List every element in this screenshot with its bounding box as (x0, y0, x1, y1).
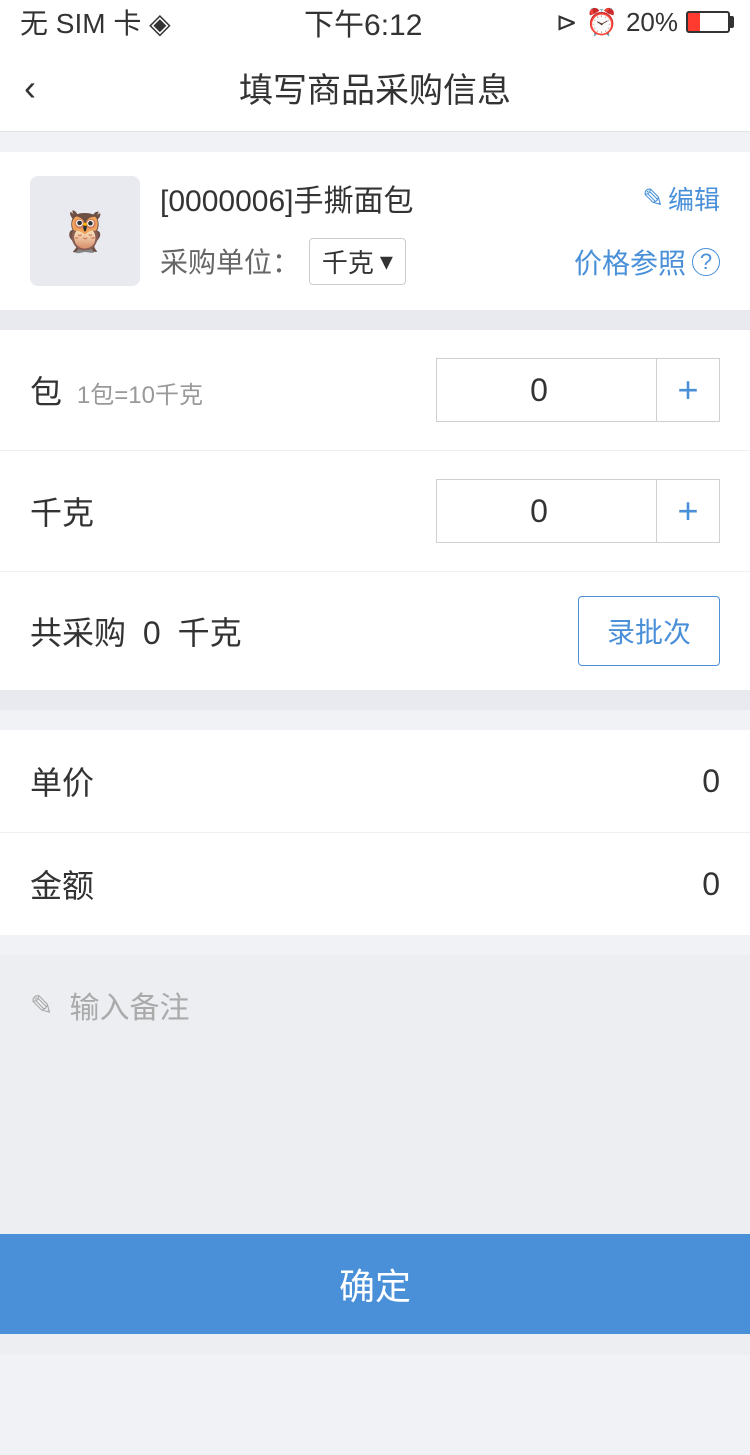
product-card: 🦉 [0000006]手撕面包 ✎ 编辑 采购单位： 千克 ▾ (0, 152, 750, 310)
edit-button[interactable]: ✎ 编辑 (642, 180, 720, 217)
pencil-icon: ✎ (30, 989, 53, 1022)
edit-label: 编辑 (668, 180, 720, 217)
sim-label: 无 SIM 卡 ◈ (20, 2, 171, 42)
product-name-row: [0000006]手撕面包 ✎ 编辑 (160, 176, 720, 220)
product-image: 🦉 (30, 176, 140, 286)
notes-placeholder: 输入备注 (69, 983, 189, 1027)
total-label-group: 共采购 0 千克 (30, 608, 242, 654)
input-section: 包 1包=10千克 + 千克 + (0, 330, 750, 572)
total-prefix: 共采购 (30, 615, 126, 651)
confirm-button[interactable]: 确定 (0, 1234, 750, 1334)
bag-input-right: + (436, 358, 720, 422)
product-logo: 🦉 (60, 208, 110, 255)
bag-plus-button[interactable]: + (656, 358, 720, 422)
page-title: 填写商品采购信息 (239, 63, 511, 112)
product-info: [0000006]手撕面包 ✎ 编辑 采购单位： 千克 ▾ 价格参照 ? (160, 176, 720, 285)
alarm-icon: ⏰ (586, 7, 618, 38)
battery-icon (686, 11, 730, 33)
unit-price-label: 单价 (30, 758, 94, 804)
unit-price-value: 0 (702, 763, 720, 800)
bag-input-row: 包 1包=10千克 + (0, 330, 750, 451)
bag-quantity-input[interactable] (436, 358, 656, 422)
battery-percent: 20% (626, 7, 678, 38)
kg-plus-button[interactable]: + (656, 479, 720, 543)
total-unit: 千克 (178, 615, 242, 651)
amount-row: 金额 0 (0, 833, 750, 935)
nav-bar: ‹ 填写商品采购信息 (0, 44, 750, 132)
kg-label: 千克 (30, 495, 94, 531)
kg-input-right: + (436, 479, 720, 543)
purchase-unit-left: 采购单位： 千克 ▾ (160, 238, 406, 285)
amount-value: 0 (702, 866, 720, 903)
kg-input-row: 千克 + (0, 451, 750, 572)
price-ref-button[interactable]: 价格参照 ? (574, 242, 720, 282)
purchase-unit-row: 采购单位： 千克 ▾ 价格参照 ? (160, 238, 720, 285)
bag-label: 包 (30, 374, 62, 410)
price-ref-icon: ? (692, 248, 720, 276)
price-section: 单价 0 金额 0 (0, 730, 750, 935)
unit-price-row: 单价 0 (0, 730, 750, 833)
section-divider-1 (0, 310, 750, 330)
unit-select[interactable]: 千克 ▾ (309, 238, 406, 285)
back-button[interactable]: ‹ (24, 67, 36, 109)
purchase-unit-label: 采购单位： (160, 247, 300, 278)
edit-icon: ✎ (642, 183, 664, 214)
kg-quantity-input[interactable] (436, 479, 656, 543)
status-bar: 无 SIM 卡 ◈ 下午6:12 ⊳ ⏰ 20% (0, 0, 750, 44)
product-name: [0000006]手撕面包 (160, 176, 413, 220)
status-left: 无 SIM 卡 ◈ (20, 2, 171, 42)
status-time: 下午6:12 (304, 0, 422, 44)
notes-section[interactable]: ✎ 输入备注 (0, 955, 750, 1055)
total-row: 共采购 0 千克 录批次 (0, 572, 750, 690)
location-icon: ⊳ (556, 7, 578, 38)
bag-label-group: 包 1包=10千克 (30, 367, 203, 413)
amount-label: 金额 (30, 861, 94, 907)
section-divider-2 (0, 690, 750, 710)
bag-conversion: 1包=10千克 (77, 382, 203, 409)
unit-value: 千克 (322, 243, 374, 280)
total-amount: 0 (143, 615, 161, 651)
kg-label-group: 千克 (30, 488, 94, 534)
dropdown-icon: ▾ (380, 246, 393, 277)
batch-button[interactable]: 录批次 (578, 596, 720, 666)
price-ref-label: 价格参照 (574, 242, 686, 282)
status-right: ⊳ ⏰ 20% (556, 7, 730, 38)
